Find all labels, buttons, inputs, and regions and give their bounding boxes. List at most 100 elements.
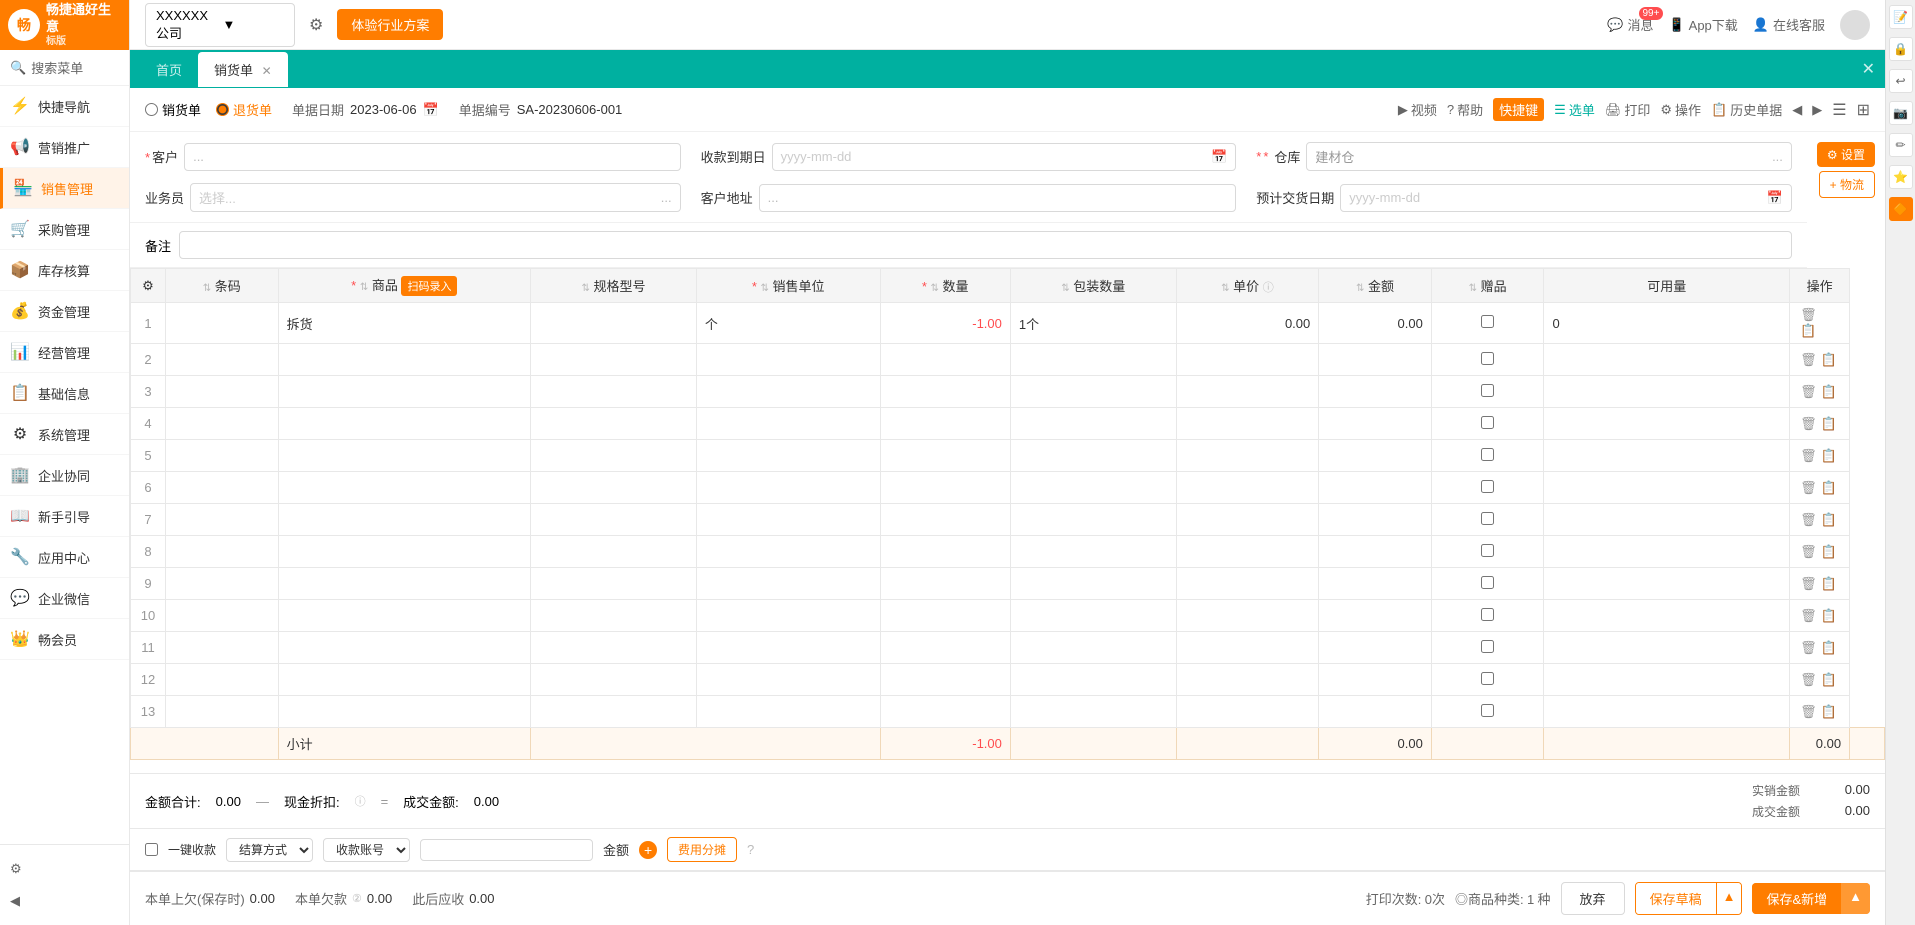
tab-close-icon[interactable]: ✕: [262, 64, 272, 78]
delete-row-6-btn[interactable]: 🗑: [1800, 480, 1817, 495]
sidebar-item-finance[interactable]: 💰 资金管理: [0, 291, 129, 332]
sidebar-item-member[interactable]: 👑 畅会员: [0, 619, 129, 660]
gift-checkbox-7[interactable]: [1481, 512, 1494, 525]
delete-row-4-btn[interactable]: 🗑: [1800, 416, 1817, 431]
save-draft-btn[interactable]: 保存草稿: [1636, 883, 1716, 914]
topbar-gear-icon[interactable]: ⚙: [305, 11, 327, 39]
delete-row-13-btn[interactable]: 🗑: [1800, 704, 1817, 719]
delete-row-10-btn[interactable]: 🗑: [1800, 608, 1817, 623]
th-gear[interactable]: ⚙: [131, 269, 166, 303]
salesman-input[interactable]: 选择... ...: [190, 183, 681, 212]
expense-split-btn[interactable]: 费用分摊: [667, 837, 737, 862]
nav-prev-btn[interactable]: ◀: [1792, 102, 1802, 118]
copy-row-4-btn[interactable]: 📋: [1821, 416, 1837, 431]
rp-btn-7[interactable]: 🔶: [1889, 197, 1913, 221]
rp-btn-6[interactable]: ⭐: [1889, 165, 1913, 189]
save-draft-caret-btn[interactable]: ▲: [1716, 883, 1742, 914]
app-download-btn[interactable]: 📱 App下载: [1668, 15, 1737, 34]
view-list-btn[interactable]: ☰: [1832, 100, 1846, 120]
due-date-calendar-icon[interactable]: 📅: [1211, 149, 1227, 165]
sidebar-item-wechat[interactable]: 💬 企业微信: [0, 578, 129, 619]
sidebar-item-operations[interactable]: 📊 经营管理: [0, 332, 129, 373]
sidebar-item-purchase[interactable]: 🛒 采购管理: [0, 209, 129, 250]
copy-row-3-btn[interactable]: 📋: [1821, 384, 1837, 399]
sidebar-settings-btn[interactable]: ⚙: [0, 853, 129, 885]
close-all-tabs-btn[interactable]: ✕: [1862, 59, 1875, 79]
tab-home[interactable]: 首页: [140, 52, 198, 87]
view-grid-btn[interactable]: ⊞: [1857, 100, 1870, 120]
ops-btn[interactable]: ⚙ 操作: [1660, 100, 1701, 119]
one-click-pay-checkbox[interactable]: [145, 843, 158, 856]
select-order-btn[interactable]: ☰ 选单: [1554, 100, 1595, 119]
radio-sale-order[interactable]: 销货单: [145, 100, 201, 119]
sidebar-item-guide[interactable]: 📖 新手引导: [0, 496, 129, 537]
sidebar-item-inventory[interactable]: 📦 库存核算: [0, 250, 129, 291]
rp-btn-1[interactable]: 📝: [1889, 5, 1913, 29]
gift-checkbox-4[interactable]: [1481, 416, 1494, 429]
sidebar-collapse-btn[interactable]: ◀: [0, 885, 129, 917]
delivery-calendar-icon[interactable]: 📅: [1767, 190, 1783, 206]
sidebar-item-system[interactable]: ⚙ 系统管理: [0, 414, 129, 455]
search-menu[interactable]: 🔍 搜索菜单: [0, 50, 129, 86]
logistics-btn[interactable]: + 物流: [1819, 171, 1875, 198]
gift-checkbox-11[interactable]: [1481, 640, 1494, 653]
delete-row-5-btn[interactable]: 🗑: [1800, 448, 1817, 463]
delete-row-12-btn[interactable]: 🗑: [1800, 672, 1817, 687]
sidebar-item-marketing[interactable]: 📢 营销推广: [0, 127, 129, 168]
copy-row-1-btn[interactable]: 📋: [1800, 323, 1816, 338]
sidebar-item-sales[interactable]: 🏪 销售管理: [0, 168, 129, 209]
delete-row-1-btn[interactable]: 🗑: [1800, 307, 1817, 322]
customer-addr-input[interactable]: ...: [759, 184, 1237, 212]
delete-row-3-btn[interactable]: 🗑: [1800, 384, 1817, 399]
gift-checkbox-8[interactable]: [1481, 544, 1494, 557]
trial-btn[interactable]: 体验行业方案: [337, 9, 443, 40]
radio-return-order[interactable]: 退货单: [216, 100, 272, 119]
sidebar-item-enterprise[interactable]: 🏢 企业协同: [0, 455, 129, 496]
warehouse-input[interactable]: 建材仓 ...: [1306, 142, 1792, 171]
gift-checkbox-9[interactable]: [1481, 576, 1494, 589]
help-btn[interactable]: ? 帮助: [1447, 100, 1483, 119]
abandon-btn[interactable]: 放弃: [1561, 882, 1625, 915]
copy-row-8-btn[interactable]: 📋: [1821, 544, 1837, 559]
delete-row-9-btn[interactable]: 🗑: [1800, 576, 1817, 591]
account-select[interactable]: 收款账号: [323, 838, 410, 862]
add-payment-btn[interactable]: +: [639, 841, 657, 859]
scan-btn[interactable]: 扫码录入: [401, 276, 457, 296]
copy-row-10-btn[interactable]: 📋: [1821, 608, 1837, 623]
copy-row-11-btn[interactable]: 📋: [1821, 640, 1837, 655]
print-btn[interactable]: 🖨 打印: [1605, 100, 1651, 119]
tab-sales-order[interactable]: 销货单 ✕: [198, 52, 288, 87]
delete-row-8-btn[interactable]: 🗑: [1800, 544, 1817, 559]
gift-checkbox-1[interactable]: [1481, 315, 1494, 328]
delete-row-11-btn[interactable]: 🗑: [1800, 640, 1817, 655]
delete-row-7-btn[interactable]: 🗑: [1800, 512, 1817, 527]
copy-row-13-btn[interactable]: 📋: [1821, 704, 1837, 719]
setting-btn[interactable]: ⚙ 设置: [1817, 142, 1875, 167]
copy-row-9-btn[interactable]: 📋: [1821, 576, 1837, 591]
user-avatar[interactable]: [1840, 10, 1870, 40]
gift-checkbox-13[interactable]: [1481, 704, 1494, 717]
online-service-btn[interactable]: 👤 在线客服: [1753, 15, 1825, 34]
rp-btn-5[interactable]: ✏: [1889, 133, 1913, 157]
copy-row-12-btn[interactable]: 📋: [1821, 672, 1837, 687]
gear-icon-th[interactable]: ⚙: [142, 278, 154, 293]
rp-btn-4[interactable]: 📷: [1889, 101, 1913, 125]
sidebar-item-app-center[interactable]: 🔧 应用中心: [0, 537, 129, 578]
rp-btn-2[interactable]: 🔒: [1889, 37, 1913, 61]
video-btn[interactable]: ▶ 视频: [1398, 100, 1437, 119]
save-new-caret-btn[interactable]: ▲: [1841, 883, 1870, 914]
copy-row-2-btn[interactable]: 📋: [1821, 352, 1837, 367]
account-input[interactable]: [420, 839, 593, 861]
customer-input[interactable]: ...: [184, 143, 681, 171]
copy-row-5-btn[interactable]: 📋: [1821, 448, 1837, 463]
save-new-btn[interactable]: 保存&新增: [1752, 883, 1841, 914]
gift-checkbox-10[interactable]: [1481, 608, 1494, 621]
gift-checkbox-3[interactable]: [1481, 384, 1494, 397]
gift-checkbox-5[interactable]: [1481, 448, 1494, 461]
remarks-input[interactable]: [179, 231, 1792, 259]
sidebar-item-base-info[interactable]: 📋 基础信息: [0, 373, 129, 414]
message-btn[interactable]: 💬 消息 99+: [1607, 15, 1653, 34]
delete-row-2-btn[interactable]: 🗑: [1800, 352, 1817, 367]
copy-row-7-btn[interactable]: 📋: [1821, 512, 1837, 527]
copy-row-6-btn[interactable]: 📋: [1821, 480, 1837, 495]
